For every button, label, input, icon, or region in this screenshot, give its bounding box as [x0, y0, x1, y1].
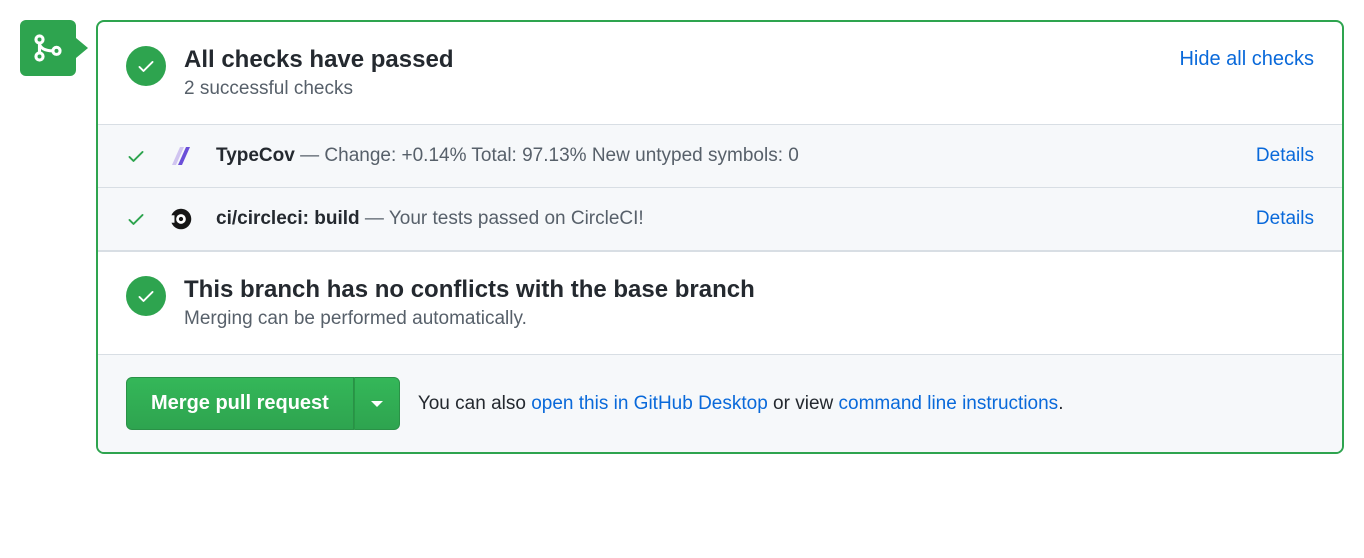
hide-checks-link[interactable]: Hide all checks	[1179, 48, 1314, 71]
check-name: ci/circleci: build	[216, 208, 360, 229]
check-description: Your tests passed on CircleCI!	[389, 208, 644, 229]
check-text: ci/circleci: build — Your tests passed o…	[216, 208, 1236, 230]
conflicts-subtitle: Merging can be performed automatically.	[184, 308, 755, 330]
open-github-desktop-link[interactable]: open this in GitHub Desktop	[531, 393, 768, 414]
typecov-app-icon	[166, 141, 196, 171]
merge-dropdown-button[interactable]	[354, 377, 400, 430]
check-name: TypeCov	[216, 145, 295, 166]
success-check-icon	[126, 276, 166, 316]
merge-footer-text: You can also open this in GitHub Desktop…	[418, 393, 1064, 415]
conflicts-section: This branch has no conflicts with the ba…	[98, 251, 1342, 354]
check-success-icon	[126, 209, 146, 229]
check-row: ci/circleci: build — Your tests passed o…	[98, 188, 1342, 251]
merge-footer: Merge pull request You can also open thi…	[98, 354, 1342, 452]
success-check-icon	[126, 46, 166, 86]
checks-summary-section: All checks have passed 2 successful chec…	[98, 22, 1342, 125]
checks-title: All checks have passed	[184, 46, 453, 74]
caret-down-icon	[370, 399, 384, 409]
check-details-link[interactable]: Details	[1256, 208, 1314, 230]
circleci-app-icon	[166, 204, 196, 234]
check-text: TypeCov — Change: +0.14% Total: 97.13% N…	[216, 145, 1236, 167]
check-success-icon	[126, 146, 146, 166]
command-line-instructions-link[interactable]: command line instructions	[839, 393, 1059, 414]
check-details-link[interactable]: Details	[1256, 145, 1314, 167]
merge-pull-request-button[interactable]: Merge pull request	[126, 377, 354, 430]
merge-status-panel: All checks have passed 2 successful chec…	[96, 20, 1344, 454]
check-row: TypeCov — Change: +0.14% Total: 97.13% N…	[98, 125, 1342, 188]
checks-subtitle: 2 successful checks	[184, 78, 453, 100]
conflicts-title: This branch has no conflicts with the ba…	[184, 276, 755, 304]
merge-button-group: Merge pull request	[126, 377, 400, 430]
check-description: Change: +0.14% Total: 97.13% New untyped…	[324, 145, 798, 166]
merge-branch-icon	[20, 20, 76, 76]
